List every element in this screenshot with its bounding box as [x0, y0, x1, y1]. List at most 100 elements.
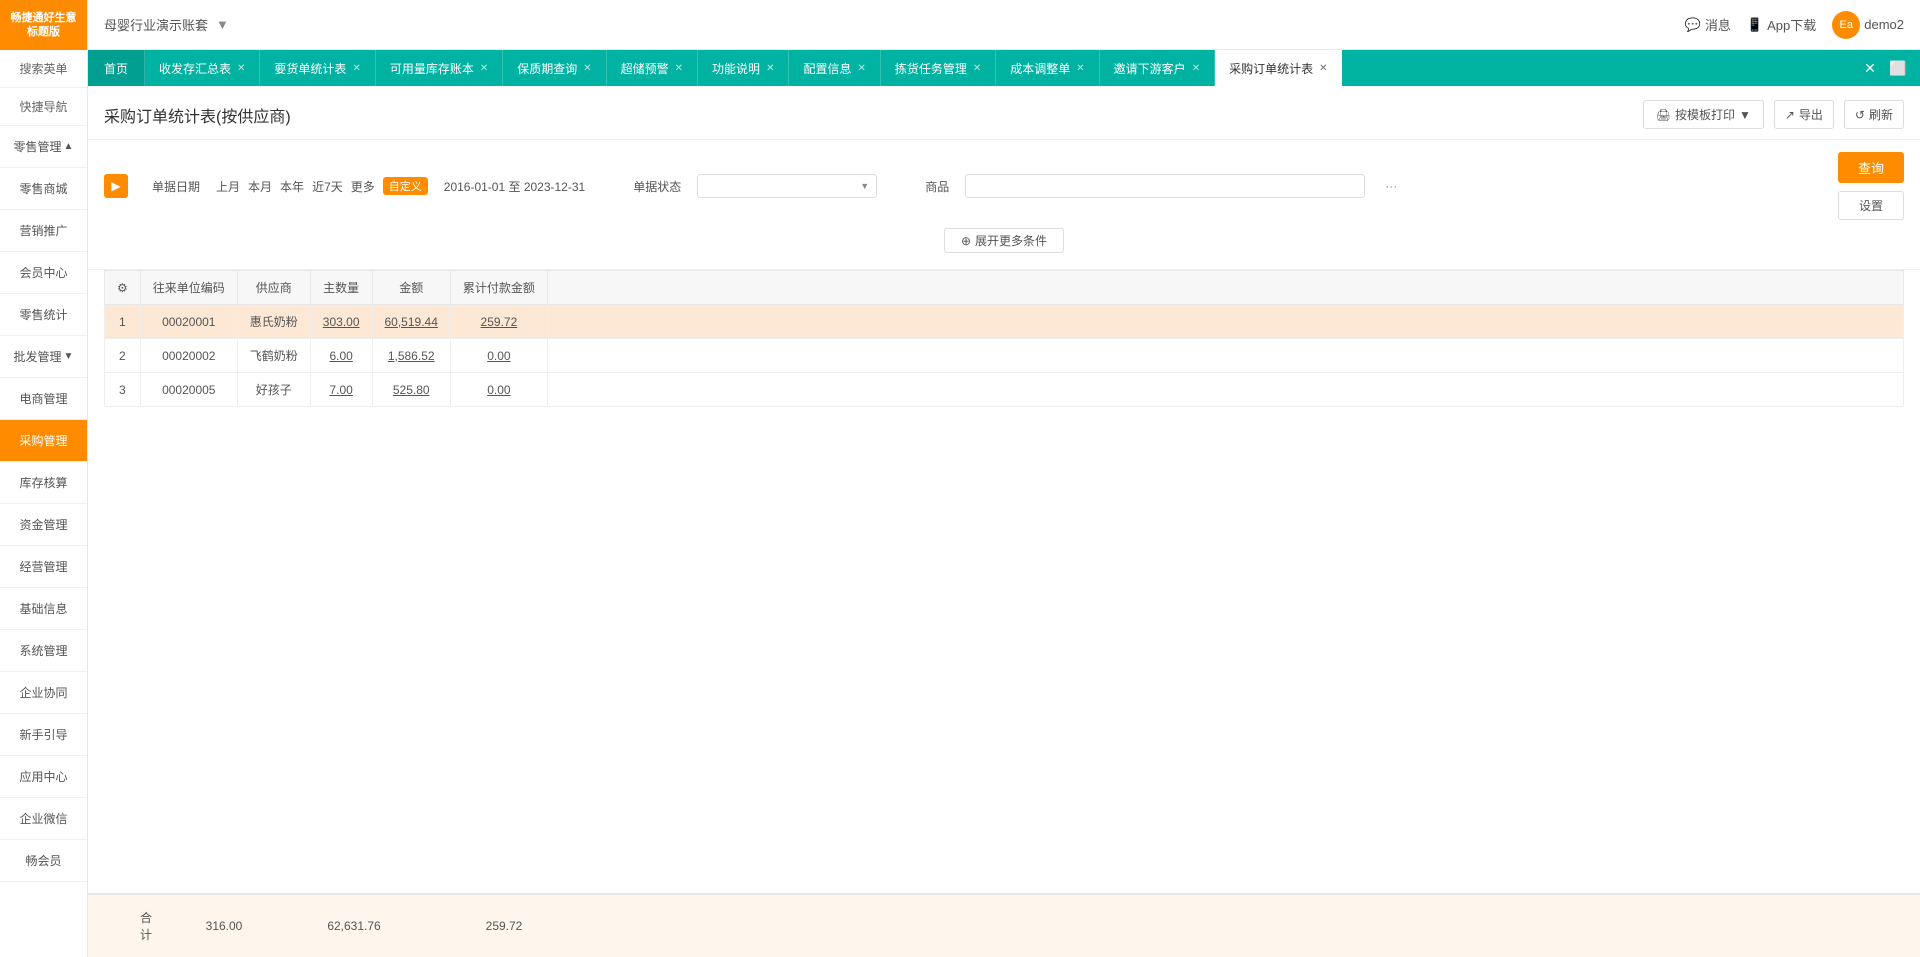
tab-receive-label: 收发存汇总表 — [159, 60, 231, 77]
chevron-down-icon3: ⊕ — [961, 234, 971, 248]
collapse-filter-btn[interactable]: ▶ — [104, 174, 128, 198]
export-button[interactable]: ↗ 导出 — [1774, 100, 1834, 129]
sidebar-item-enterprise[interactable]: 企业协同 — [0, 672, 87, 714]
row-paid[interactable]: 0.00 — [450, 373, 547, 407]
tab-order-stats[interactable]: 要货单统计表 ✕ — [260, 50, 375, 86]
sidebar-item-wechat[interactable]: 企业微信 — [0, 798, 87, 840]
row-code: 00020002 — [140, 339, 237, 373]
row-paid[interactable]: 259.72 — [450, 305, 547, 339]
tab-available-stock[interactable]: 可用量库存账本 ✕ — [376, 50, 503, 86]
tab-invite[interactable]: 邀请下游客户 ✕ — [1100, 50, 1215, 86]
retail-shop-label: 零售商城 — [19, 182, 67, 196]
tab-purchase-summary[interactable]: 采购订单统计表 ✕ — [1215, 50, 1342, 86]
table-row[interactable]: 1 00020001 惠氏奶粉 303.00 60,519.44 259.72 — [105, 305, 1904, 339]
user-menu[interactable]: Ea demo2 — [1832, 11, 1904, 39]
settings-button[interactable]: 设置 — [1838, 191, 1904, 220]
inventory-label: 库存核算 — [19, 476, 67, 490]
breadcrumb[interactable]: 母婴行业演示账套 ▼ — [104, 15, 229, 34]
sidebar-item-newbie[interactable]: 新手引导 — [0, 714, 87, 756]
row-qty[interactable]: 6.00 — [310, 339, 372, 373]
tab-receive[interactable]: 收发存汇总表 ✕ — [145, 50, 260, 86]
sidebar-item-retail-stats[interactable]: 零售统计 — [0, 294, 87, 336]
print-button[interactable]: 🖨 按模板打印 ▼ — [1643, 100, 1764, 129]
row-amount[interactable]: 60,519.44 — [372, 305, 450, 339]
row-paid[interactable]: 0.00 — [450, 339, 547, 373]
sidebar-item-system[interactable]: 系统管理 — [0, 630, 87, 672]
sidebar-item-retail-shop[interactable]: 零售商城 — [0, 168, 87, 210]
newbie-label: 新手引导 — [19, 728, 67, 742]
breadcrumb-dropdown-icon[interactable]: ▼ — [216, 17, 229, 32]
tab-receive-close[interactable]: ✕ — [237, 63, 245, 74]
tab-available-stock-label: 可用量库存账本 — [390, 60, 474, 77]
tab-cost-adjust[interactable]: 成本调整单 ✕ — [996, 50, 1099, 86]
date-shortcut-7days[interactable]: 近7天 — [312, 178, 343, 195]
tab-available-stock-close[interactable]: ✕ — [480, 63, 488, 74]
settings-icon[interactable]: ⚙ — [117, 281, 128, 295]
tab-expiry-close[interactable]: ✕ — [583, 63, 591, 74]
tab-invite-close[interactable]: ✕ — [1192, 63, 1200, 74]
sidebar-item-ecommerce[interactable]: 电商管理 — [0, 378, 87, 420]
tab-cost-adjust-close[interactable]: ✕ — [1076, 63, 1084, 74]
tab-maximize-btn[interactable]: ⬜ — [1884, 54, 1912, 82]
tab-pick-task[interactable]: 拣货任务管理 ✕ — [881, 50, 996, 86]
table-row[interactable]: 2 00020002 飞鹤奶粉 6.00 1,586.52 0.00 — [105, 339, 1904, 373]
refresh-button[interactable]: ↺ 刷新 — [1844, 100, 1904, 129]
table-wrap: ⚙ 往来单位编码 供应商 主数量 金额 累计付款金额 1 00020001 惠氏… — [88, 270, 1920, 893]
sidebar-item-member[interactable]: 会员中心 — [0, 252, 87, 294]
tab-pick-task-label: 拣货任务管理 — [895, 60, 967, 77]
tab-pick-task-close[interactable]: ✕ — [973, 63, 981, 74]
message-icon: 💬 — [1685, 17, 1701, 33]
page-inner: 采购订单统计表(按供应商) 🖨 按模板打印 ▼ ↗ 导出 ↺ 刷新 — [88, 86, 1920, 957]
search-label: 搜索英单 — [8, 60, 79, 77]
expand-more-btn[interactable]: ⊕ 展开更多条件 — [944, 228, 1064, 253]
sidebar-item-vip[interactable]: 畅会员 — [0, 840, 87, 882]
col-settings[interactable]: ⚙ — [105, 271, 141, 305]
sidebar-item-marketing[interactable]: 营销推广 — [0, 210, 87, 252]
tab-close-all-btn[interactable]: ✕ — [1856, 54, 1884, 82]
tab-purchase-summary-close[interactable]: ✕ — [1319, 63, 1327, 74]
tab-home[interactable]: 首页 — [88, 50, 145, 86]
expand-more-label: 展开更多条件 — [975, 232, 1047, 249]
sidebar-item-retail[interactable]: 零售管理 ▲ — [0, 126, 87, 168]
tab-function[interactable]: 功能说明 ✕ — [698, 50, 789, 86]
sidebar-item-search[interactable]: 搜索英单 — [0, 50, 87, 88]
row-qty[interactable]: 7.00 — [310, 373, 372, 407]
date-shortcut-more[interactable]: 更多 — [351, 178, 375, 195]
main-area: 母婴行业演示账套 ▼ 💬 消息 📱 App下载 Ea demo2 首页 — [88, 0, 1920, 957]
sidebar-item-basic[interactable]: 基础信息 — [0, 588, 87, 630]
sidebar-item-inventory[interactable]: 库存核算 — [0, 462, 87, 504]
sidebar-item-wholesale[interactable]: 批发管理 ▼ — [0, 336, 87, 378]
goods-more-icon[interactable]: ··· — [1385, 179, 1397, 193]
date-custom-badge[interactable]: 自定义 — [383, 177, 428, 195]
sidebar-item-finance[interactable]: 资金管理 — [0, 504, 87, 546]
date-shortcut-this-month[interactable]: 本月 — [248, 178, 272, 195]
tab-bar: 首页 收发存汇总表 ✕ 要货单统计表 ✕ 可用量库存账本 ✕ 保质期查询 ✕ 超… — [88, 50, 1920, 86]
tab-function-close[interactable]: ✕ — [766, 63, 774, 74]
sidebar-item-purchase[interactable]: 采购管理 — [0, 420, 87, 462]
header-right: 💬 消息 📱 App下载 Ea demo2 — [1685, 11, 1904, 39]
table-row[interactable]: 3 00020005 好孩子 7.00 525.80 0.00 — [105, 373, 1904, 407]
tab-expiry[interactable]: 保质期查询 ✕ — [503, 50, 606, 86]
query-button[interactable]: 查询 — [1838, 152, 1904, 183]
sidebar-item-shortcut[interactable]: 快捷导航 — [0, 88, 87, 126]
row-qty[interactable]: 303.00 — [310, 305, 372, 339]
tab-config-close[interactable]: ✕ — [857, 63, 865, 74]
system-label: 系统管理 — [19, 644, 67, 658]
status-select[interactable] — [697, 174, 877, 198]
chevron-down-icon2: ▼ — [64, 351, 74, 362]
goods-input[interactable] — [965, 174, 1365, 198]
row-amount[interactable]: 1,586.52 — [372, 339, 450, 373]
message-btn[interactable]: 💬 消息 — [1685, 15, 1731, 34]
date-shortcut-this-year[interactable]: 本年 — [280, 178, 304, 195]
tab-config[interactable]: 配置信息 ✕ — [789, 50, 880, 86]
row-amount[interactable]: 525.80 — [372, 373, 450, 407]
sidebar-item-app-center[interactable]: 应用中心 — [0, 756, 87, 798]
tab-overstock-close[interactable]: ✕ — [675, 63, 683, 74]
tab-overstock[interactable]: 超储预警 ✕ — [607, 50, 698, 86]
col-supplier: 供应商 — [237, 271, 310, 305]
app-download-btn[interactable]: 📱 App下载 — [1747, 15, 1816, 34]
row-num: 3 — [105, 373, 141, 407]
sidebar-item-ops[interactable]: 经营管理 — [0, 546, 87, 588]
tab-order-stats-close[interactable]: ✕ — [352, 63, 360, 74]
date-shortcut-prev-month[interactable]: 上月 — [216, 178, 240, 195]
